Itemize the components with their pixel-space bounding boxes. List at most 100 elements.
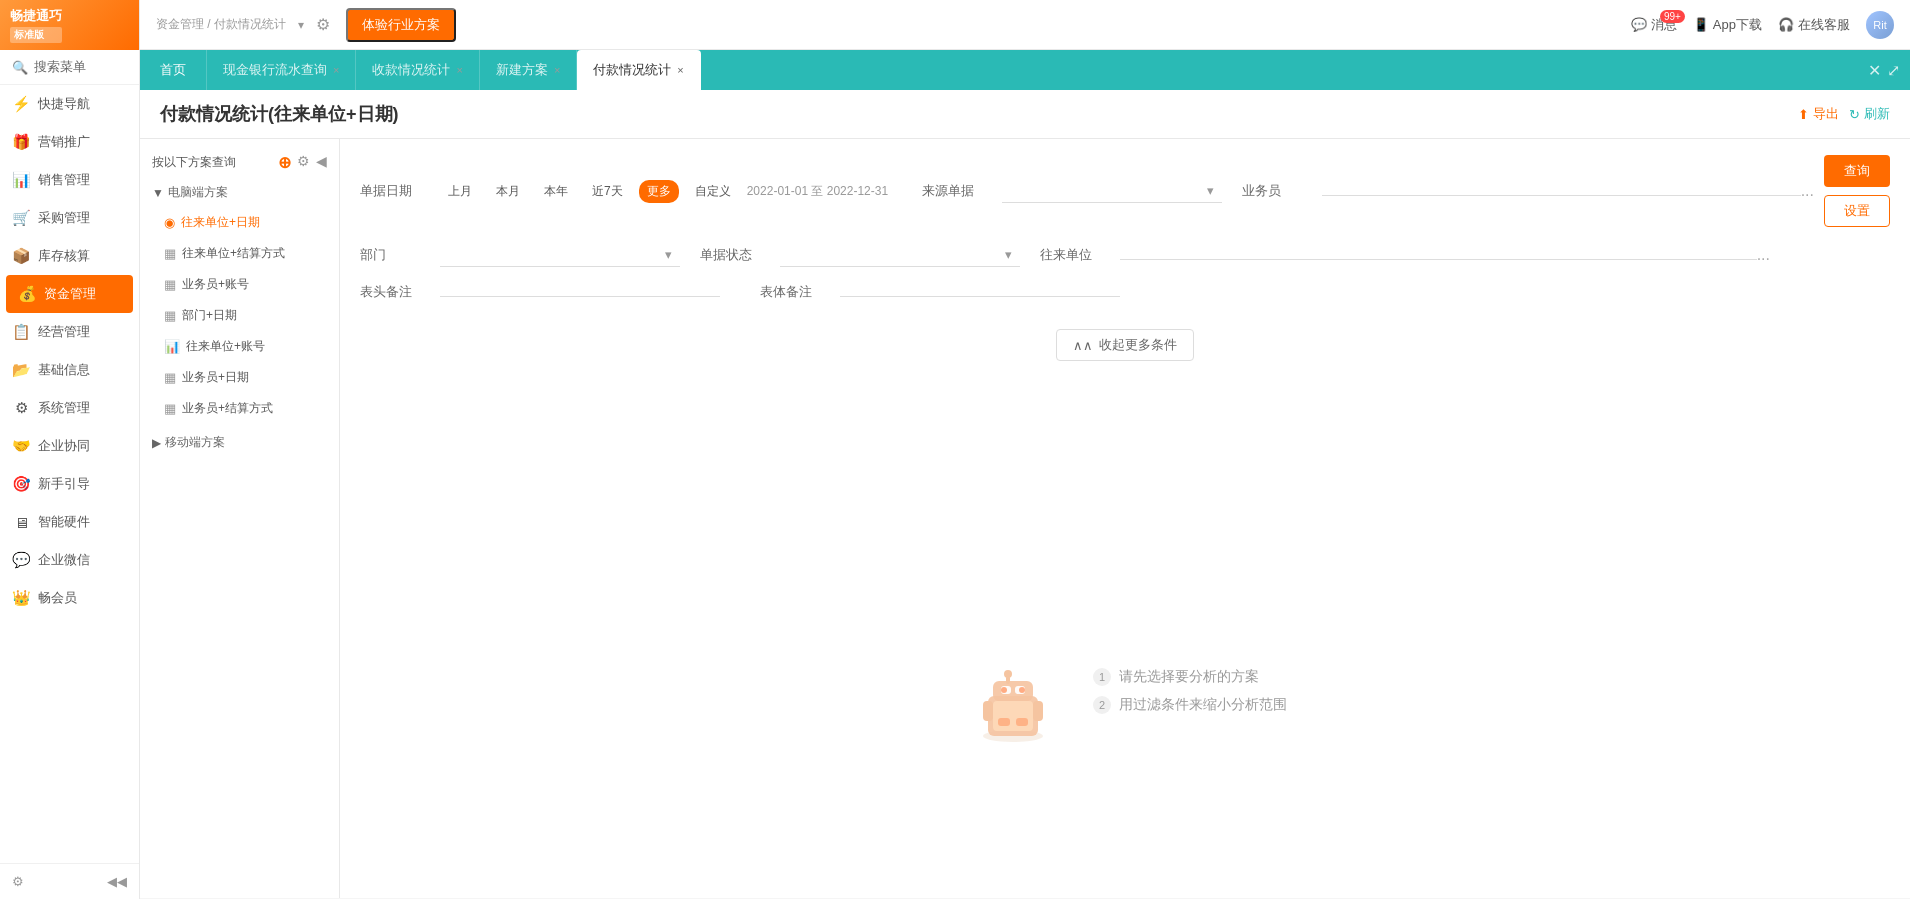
scheme-unit-account[interactable]: 📊 往来单位+账号 <box>140 331 339 362</box>
salesman-dots-icon[interactable]: ... <box>1801 182 1814 200</box>
tab-payment-close-icon[interactable]: × <box>677 64 683 76</box>
sidebar-item-purchase[interactable]: 🛒 采购管理 <box>0 199 139 237</box>
marketing-icon: 🎁 <box>12 133 30 151</box>
tab-new-label: 新建方案 <box>496 61 548 79</box>
svg-point-11 <box>1004 670 1012 678</box>
source-label: 来源单据 <box>922 182 1002 200</box>
user-text: Rit <box>1873 19 1886 31</box>
tab-bank-close-icon[interactable]: × <box>333 64 339 76</box>
collapse-filter-button[interactable]: ∧∧ 收起更多条件 <box>1056 329 1194 361</box>
mobile-group-label: 移动端方案 <box>165 434 225 451</box>
svg-rect-12 <box>998 718 1010 726</box>
settings-button[interactable]: 设置 <box>1824 195 1890 227</box>
scheme-staff-settle[interactable]: ▦ 业务员+结算方式 <box>140 393 339 424</box>
wechat-icon: 💬 <box>12 551 30 569</box>
desktop-group-title[interactable]: ▼ 电脑端方案 <box>140 178 339 207</box>
trial-button[interactable]: 体验行业方案 <box>346 8 456 42</box>
scheme-staff-date[interactable]: ▦ 业务员+日期 <box>140 362 339 393</box>
scheme-collapse-icon[interactable]: ◀ <box>316 153 327 172</box>
logo-text: 畅捷通巧 <box>10 7 62 25</box>
add-scheme-icon[interactable]: ⊕ <box>278 153 291 172</box>
sidebar-item-basic[interactable]: 📂 基础信息 <box>0 351 139 389</box>
export-button[interactable]: ⬆ 导出 <box>1798 105 1839 123</box>
salesman-input[interactable] <box>1322 187 1800 196</box>
app-download-button[interactable]: 📱 App下载 <box>1693 16 1762 34</box>
scheme-panel-header: 按以下方案查询 ⊕ ⚙ ◀ <box>140 147 339 178</box>
close-all-tabs-icon[interactable]: ✕ <box>1868 61 1881 80</box>
tip-2-num: 2 <box>1093 696 1111 714</box>
header-note-input[interactable] <box>440 288 720 297</box>
tab-bank[interactable]: 现金银行流水查询 × <box>207 50 356 90</box>
date-btn-more[interactable]: 更多 <box>639 180 679 203</box>
scheme-settings-icon[interactable]: ⚙ <box>297 153 310 172</box>
operation-icon: 📋 <box>12 323 30 341</box>
tab-new[interactable]: 新建方案 × <box>480 50 577 90</box>
collapse-sidebar-icon[interactable]: ◀◀ <box>107 874 127 889</box>
hardware-icon: 🖥 <box>12 513 30 531</box>
date-btn-this-year[interactable]: 本年 <box>536 180 576 203</box>
empty-tips: 1 请先选择要分析的方案 2 用过滤条件来缩小分析范围 <box>1093 668 1287 724</box>
empty-illustration <box>963 646 1063 746</box>
scheme-unit-settle-label: 往来单位+结算方式 <box>182 245 285 262</box>
sidebar-item-member[interactable]: 👑 畅会员 <box>0 579 139 617</box>
sidebar-item-marketing[interactable]: 🎁 营销推广 <box>0 123 139 161</box>
settings-icon[interactable]: ⚙ <box>12 874 24 889</box>
dept-select[interactable]: ▾ <box>440 243 680 267</box>
service-label: 在线客服 <box>1798 16 1850 34</box>
date-btn-this-month[interactable]: 本月 <box>488 180 528 203</box>
dropdown-arrow-icon[interactable]: ▾ <box>298 18 304 32</box>
salesman-label: 业务员 <box>1242 182 1322 200</box>
mobile-group-title[interactable]: ▶ 移动端方案 <box>140 428 339 457</box>
content-area: 按以下方案查询 ⊕ ⚙ ◀ ▼ 电脑端方案 ◉ 往来单位+日期 <box>140 139 1910 898</box>
source-select[interactable]: ▾ <box>1002 179 1222 203</box>
sidebar-item-quick-nav[interactable]: ⚡ 快捷导航 <box>0 85 139 123</box>
query-button[interactable]: 查询 <box>1824 155 1890 187</box>
date-btn-7days[interactable]: 近7天 <box>584 180 631 203</box>
status-select[interactable]: ▾ <box>780 243 1020 267</box>
date-btn-last-month[interactable]: 上月 <box>440 180 480 203</box>
refresh-button[interactable]: ↻ 刷新 <box>1849 105 1890 123</box>
filter-row-3: 表头备注 表体备注 <box>360 283 1890 301</box>
sidebar-item-system[interactable]: ⚙ 系统管理 <box>0 389 139 427</box>
scheme-dept-date[interactable]: ▦ 部门+日期 <box>140 300 339 331</box>
topbar: 资金管理 / 付款情况统计 ▾ ⚙ 体验行业方案 💬 消息 99+ 📱 App下… <box>140 0 1910 50</box>
tab-payment-label: 付款情况统计 <box>593 61 671 79</box>
sidebar-item-operation[interactable]: 📋 经营管理 <box>0 313 139 351</box>
sidebar-item-sales[interactable]: 📊 销售管理 <box>0 161 139 199</box>
topbar-gear-icon[interactable]: ⚙ <box>316 15 330 34</box>
sidebar-item-inventory[interactable]: 📦 库存核算 <box>0 237 139 275</box>
logo-subtitle: 标准版 <box>10 27 62 43</box>
tip-1-text: 请先选择要分析的方案 <box>1119 668 1259 686</box>
scheme-unit-settle[interactable]: ▦ 往来单位+结算方式 <box>140 238 339 269</box>
maximize-icon[interactable]: ⤢ <box>1887 61 1900 80</box>
body-note-label: 表体备注 <box>760 283 840 301</box>
tab-receipt[interactable]: 收款情况统计 × <box>356 50 479 90</box>
avatar[interactable]: Rit <box>1866 11 1894 39</box>
sidebar-item-capital[interactable]: 💰 资金管理 <box>6 275 133 313</box>
sidebar-item-hardware[interactable]: 🖥 智能硬件 <box>0 503 139 541</box>
scheme-staff-account-label: 业务员+账号 <box>182 276 249 293</box>
sidebar-item-wechat[interactable]: 💬 企业微信 <box>0 541 139 579</box>
tabbar: 首页 现金银行流水查询 × 收款情况统计 × 新建方案 × 付款情况统计 × ✕… <box>140 50 1910 90</box>
search-label: 搜索菜单 <box>34 58 86 76</box>
sidebar-item-collab[interactable]: 🤝 企业协同 <box>0 427 139 465</box>
tab-home[interactable]: 首页 <box>140 50 207 90</box>
sidebar-bottom: ⚙ ◀◀ <box>0 863 139 899</box>
tab-new-close-icon[interactable]: × <box>554 64 560 76</box>
online-service-button[interactable]: 🎧 在线客服 <box>1778 16 1850 34</box>
message-badge: 99+ <box>1660 10 1685 23</box>
tab-payment[interactable]: 付款情况统计 × <box>577 50 700 90</box>
capital-icon: 💰 <box>18 285 36 303</box>
scheme-staff-account[interactable]: ▦ 业务员+账号 <box>140 269 339 300</box>
message-button[interactable]: 💬 消息 99+ <box>1631 16 1677 34</box>
inventory-icon: 📦 <box>12 247 30 265</box>
search-menu[interactable]: 🔍 搜索菜单 <box>0 50 139 85</box>
unit-dots-icon[interactable]: ... <box>1757 246 1770 264</box>
scheme-unit-date[interactable]: ◉ 往来单位+日期 <box>140 207 339 238</box>
sidebar-item-guide[interactable]: 🎯 新手引导 <box>0 465 139 503</box>
export-label: 导出 <box>1813 105 1839 123</box>
body-note-input[interactable] <box>840 288 1120 297</box>
unit-input[interactable] <box>1120 251 1757 260</box>
tab-receipt-close-icon[interactable]: × <box>456 64 462 76</box>
date-btn-custom[interactable]: 自定义 <box>687 180 739 203</box>
